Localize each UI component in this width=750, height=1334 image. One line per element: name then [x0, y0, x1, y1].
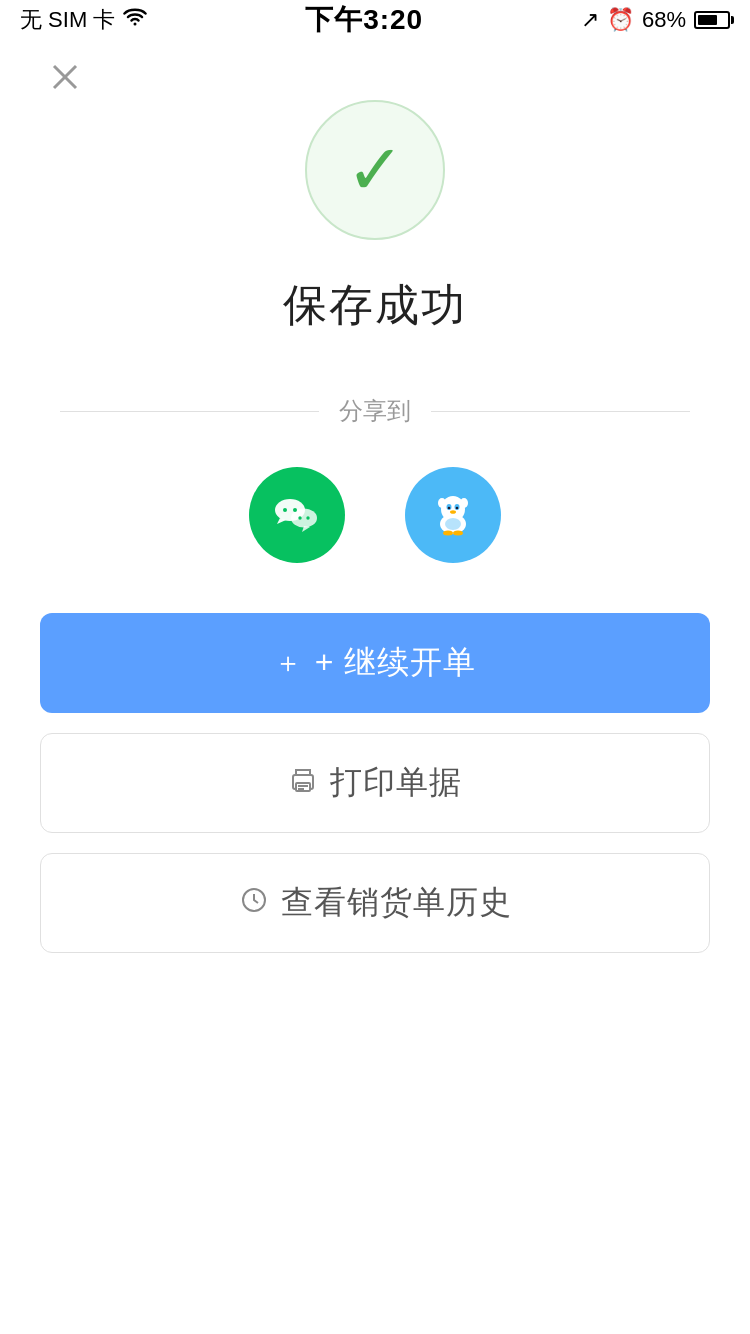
wifi-icon: [123, 5, 147, 35]
action-buttons: ＋ + 继续开单 打印单据 查看销货单: [0, 613, 750, 953]
checkmark-icon: ✓: [346, 135, 405, 205]
svg-point-15: [450, 510, 456, 514]
wechat-share-button[interactable]: [249, 467, 345, 563]
qq-share-button[interactable]: [405, 467, 501, 563]
qq-icon: [427, 489, 479, 541]
svg-point-6: [293, 508, 297, 512]
continue-order-button[interactable]: ＋ + 继续开单: [40, 613, 710, 713]
history-label: 查看销货单历史: [281, 881, 512, 925]
continue-order-label: + 继续开单: [315, 641, 477, 685]
wechat-icon: [270, 488, 324, 542]
print-icon: [288, 765, 318, 802]
svg-point-13: [448, 507, 451, 510]
battery-percent: 68%: [642, 7, 686, 33]
divider-right: [431, 411, 690, 412]
share-section: 分享到: [0, 395, 750, 563]
success-title: 保存成功: [283, 276, 467, 335]
svg-point-19: [453, 531, 463, 536]
main-content: ✓ 保存成功 分享到: [0, 40, 750, 953]
status-right: ↗ ⏰ 68%: [581, 7, 730, 33]
status-bar: 无 SIM 卡 下午3:20 ↗ ⏰ 68%: [0, 0, 750, 40]
svg-point-18: [443, 531, 453, 536]
share-icons-row: [249, 467, 501, 563]
svg-point-17: [460, 498, 468, 508]
svg-point-5: [283, 508, 287, 512]
battery-indicator: [694, 11, 730, 29]
print-label: 打印单据: [330, 761, 462, 805]
svg-point-8: [306, 516, 309, 519]
plus-icon: ＋: [274, 644, 303, 682]
share-divider: 分享到: [0, 395, 750, 427]
status-left: 无 SIM 卡: [20, 5, 147, 35]
success-circle: ✓: [305, 100, 445, 240]
history-button[interactable]: 查看销货单历史: [40, 853, 710, 953]
printer-icon-svg: [288, 765, 318, 795]
no-sim-label: 无 SIM 卡: [20, 5, 115, 35]
alarm-icon: ⏰: [607, 7, 634, 33]
divider-left: [60, 411, 319, 412]
svg-point-14: [456, 507, 459, 510]
clock-icon-svg: [239, 885, 269, 915]
svg-point-20: [445, 518, 461, 530]
svg-point-7: [298, 516, 301, 519]
status-time: 下午3:20: [305, 1, 423, 39]
svg-point-16: [438, 498, 446, 508]
share-label: 分享到: [319, 395, 431, 427]
close-button[interactable]: [40, 52, 90, 102]
close-icon: [50, 62, 80, 92]
history-icon: [239, 885, 269, 922]
location-icon: ↗: [581, 7, 599, 33]
svg-point-0: [134, 23, 137, 26]
print-button[interactable]: 打印单据: [40, 733, 710, 833]
